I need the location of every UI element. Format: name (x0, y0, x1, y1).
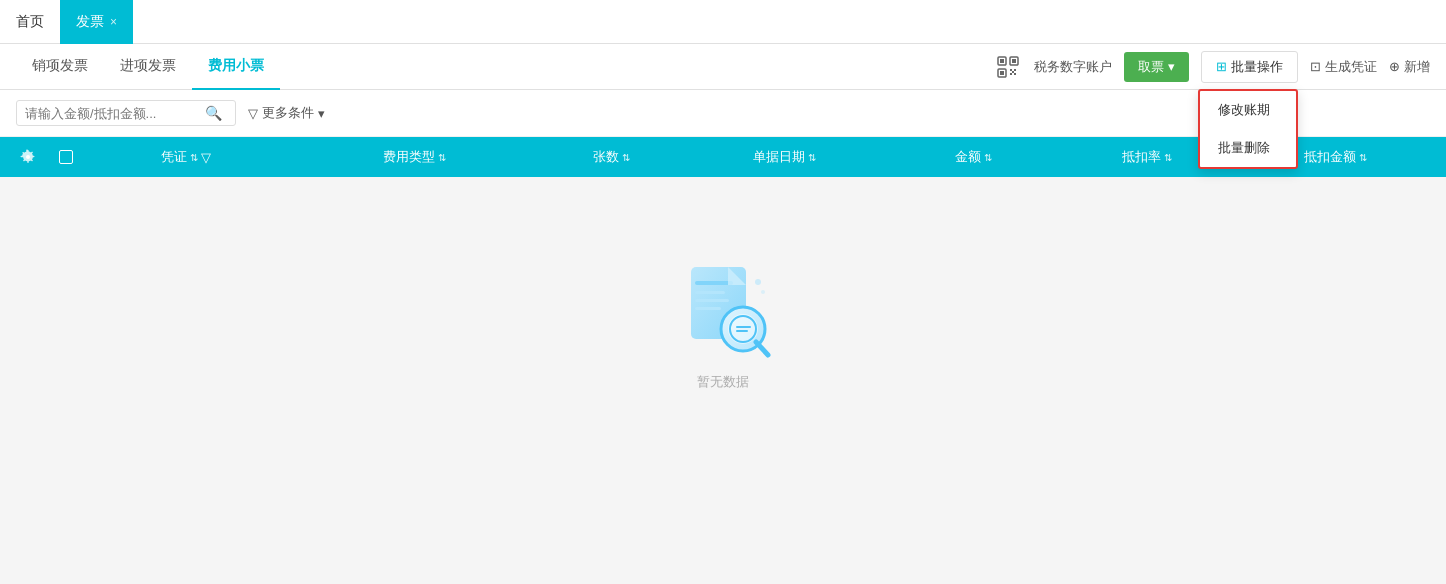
tab-sales-invoice[interactable]: 销项发票 (16, 44, 104, 90)
th-count-sort-icon: ⇅ (622, 152, 630, 163)
search-input[interactable] (25, 106, 205, 121)
tab-expense-receipt[interactable]: 费用小票 (192, 44, 280, 90)
th-voucher-filter-icon[interactable]: ▽ (201, 150, 211, 165)
th-date-label: 单据日期 (753, 148, 805, 166)
svg-point-22 (755, 279, 761, 285)
svg-rect-1 (1000, 59, 1004, 63)
th-gear[interactable] (8, 149, 48, 165)
batch-op-label: 批量操作 (1231, 58, 1283, 76)
gen-voucher-button[interactable]: ⊡ 生成凭证 (1310, 58, 1377, 76)
batch-op-dropdown: 修改账期 批量删除 (1198, 89, 1298, 169)
dropdown-item-batch-delete[interactable]: 批量删除 (1200, 129, 1296, 167)
th-deduct-amount-sort-icon: ⇅ (1359, 152, 1367, 163)
th-voucher-sort-icon: ⇅ (190, 152, 198, 163)
select-all-checkbox[interactable] (59, 150, 73, 164)
svg-rect-14 (695, 299, 729, 302)
svg-rect-15 (695, 307, 721, 310)
qr-code-button[interactable] (994, 53, 1022, 81)
svg-point-23 (761, 290, 765, 294)
tab-sales-invoice-label: 销项发票 (32, 57, 88, 75)
tax-digital-button[interactable]: 税务数字账户 (1034, 58, 1112, 76)
th-checkbox[interactable] (48, 150, 84, 164)
take-ticket-label: 取票 (1138, 58, 1164, 76)
filter-icon: ▽ (248, 106, 258, 121)
svg-rect-10 (1012, 71, 1014, 73)
th-voucher[interactable]: 凭证 ⇅ ▽ (84, 148, 289, 166)
nav-tab-label: 发票 (76, 13, 104, 31)
nav-tab-invoice[interactable]: 发票 × (60, 0, 133, 44)
svg-rect-8 (1010, 73, 1012, 75)
th-expense-type-sort-icon: ⇅ (438, 152, 446, 163)
th-deduct-rate-sort-icon: ⇅ (1164, 152, 1172, 163)
th-expense-type-label: 费用类型 (383, 148, 435, 166)
add-button[interactable]: ⊕ 新增 (1389, 58, 1430, 76)
search-input-wrap[interactable]: 🔍 (16, 100, 236, 126)
svg-rect-13 (695, 291, 725, 294)
tab-expense-receipt-label: 费用小票 (208, 57, 264, 75)
th-deduct-rate-label: 抵扣率 (1122, 148, 1161, 166)
more-filter-chevron-icon: ▾ (318, 106, 325, 121)
th-date-sort-icon: ⇅ (808, 152, 816, 163)
empty-illustration (673, 257, 773, 357)
th-amount-label: 金额 (955, 148, 981, 166)
tab-close-icon[interactable]: × (110, 15, 117, 29)
th-count-label: 张数 (593, 148, 619, 166)
batch-icon: ⊞ (1216, 59, 1227, 74)
svg-rect-9 (1014, 73, 1016, 75)
sub-toolbar: 销项发票 进项发票 费用小票 税务数字账户 取票 (0, 44, 1446, 90)
svg-rect-12 (695, 281, 733, 285)
batch-op-container: ⊞ 批量操作 修改账期 批量删除 (1201, 51, 1298, 83)
svg-point-17 (728, 314, 758, 344)
svg-rect-5 (1000, 71, 1004, 75)
th-count[interactable]: 张数 ⇅ (540, 148, 682, 166)
svg-rect-6 (1010, 69, 1012, 71)
th-amount-sort-icon: ⇅ (984, 152, 992, 163)
tab-purchase-invoice[interactable]: 进项发票 (104, 44, 192, 90)
add-icon: ⊕ (1389, 59, 1400, 74)
dropdown-item-change-period[interactable]: 修改账期 (1200, 91, 1296, 129)
search-icon[interactable]: 🔍 (205, 105, 222, 121)
take-ticket-chevron-icon: ▾ (1168, 59, 1175, 74)
more-filter-label: 更多条件 (262, 104, 314, 122)
more-filter-button[interactable]: ▽ 更多条件 ▾ (248, 104, 325, 122)
tab-purchase-invoice-label: 进项发票 (120, 57, 176, 75)
th-deduct-amount-label: 抵扣金额 (1304, 148, 1356, 166)
svg-rect-7 (1014, 69, 1016, 71)
gen-voucher-label: 生成凭证 (1325, 58, 1377, 76)
th-amount[interactable]: 金额 ⇅ (887, 148, 1060, 166)
svg-line-19 (756, 342, 768, 355)
take-ticket-button[interactable]: 取票 ▾ (1124, 52, 1189, 82)
toolbar-right: 税务数字账户 取票 ▾ ⊞ 批量操作 修改账期 批量删除 ⊡ 生成凭证 ⊕ 新增 (994, 51, 1430, 83)
empty-text: 暂无数据 (697, 373, 749, 391)
svg-rect-3 (1012, 59, 1016, 63)
th-date[interactable]: 单据日期 ⇅ (682, 148, 887, 166)
add-label: 新增 (1404, 58, 1430, 76)
gen-voucher-icon: ⊡ (1310, 59, 1321, 74)
batch-op-button[interactable]: ⊞ 批量操作 (1201, 51, 1298, 83)
nav-home[interactable]: 首页 (16, 13, 60, 31)
empty-state: 暂无数据 (0, 177, 1446, 431)
th-voucher-label: 凭证 (161, 148, 187, 166)
th-expense-type[interactable]: 费用类型 ⇅ (289, 148, 541, 166)
top-nav: 首页 发票 × (0, 0, 1446, 44)
